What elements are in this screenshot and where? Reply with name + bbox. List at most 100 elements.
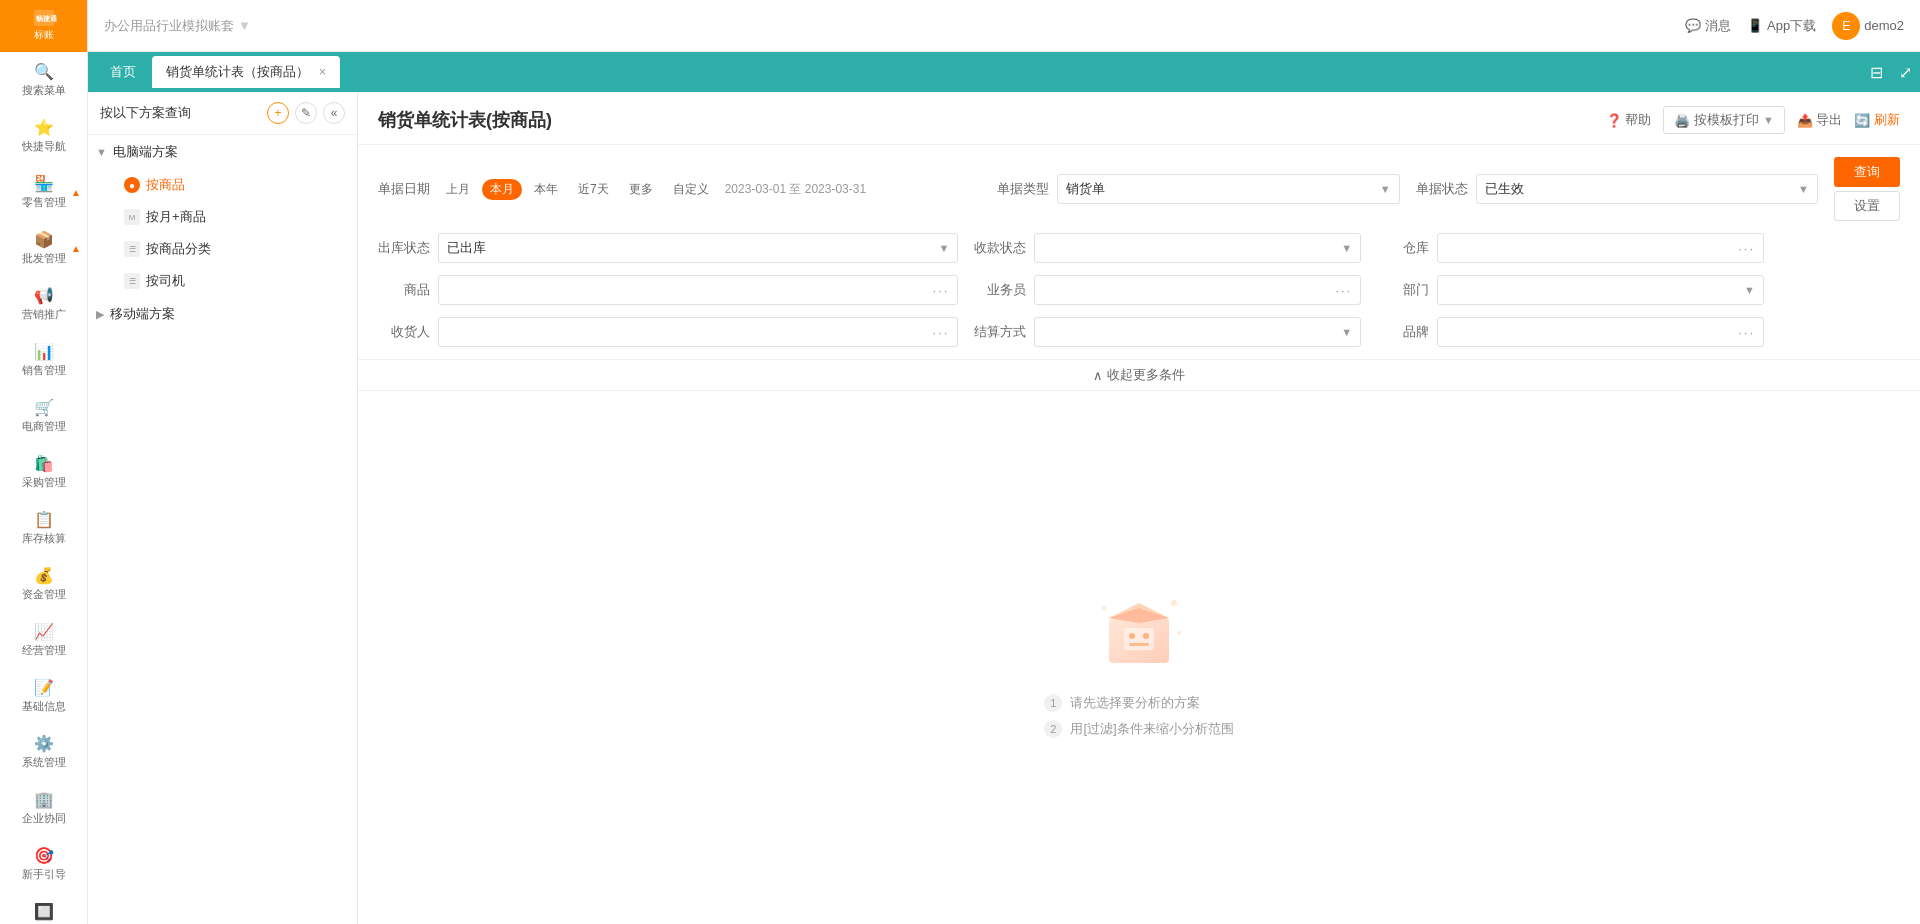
date-label: 单据日期 <box>378 180 438 198</box>
query-btn[interactable]: 查询 <box>1834 157 1900 187</box>
filter-goods: 商品 ··· <box>378 275 958 305</box>
empty-illustration <box>1089 578 1189 678</box>
collapse-label: 收起更多条件 <box>1107 366 1185 384</box>
wholesale-icon: 📦 <box>34 230 54 249</box>
sidebar-item-ecommerce[interactable]: 🛒 电商管理 <box>0 388 87 444</box>
export-btn[interactable]: 📤 导出 <box>1797 111 1842 129</box>
settlement-control[interactable]: ▼ <box>1034 317 1361 347</box>
scheme-item-by-month-goods[interactable]: M 按月+商品 <box>88 201 357 233</box>
sidebar-item-search[interactable]: 🔍 搜索菜单 <box>0 52 87 108</box>
tab-close-btn[interactable]: × <box>319 65 326 79</box>
brand-label: 品牌 <box>1377 323 1437 341</box>
date-btn-more[interactable]: 更多 <box>621 179 661 200</box>
goods-control[interactable]: ··· <box>438 275 958 305</box>
svg-rect-5 <box>1124 628 1154 650</box>
department-label: 部门 <box>1377 281 1437 299</box>
guide-icon: 🎯 <box>34 846 54 865</box>
filter-row-2: 出库状态 已出库 ▼ 收款状态 ▼ 仓库 <box>378 233 1900 263</box>
app-download-btn[interactable]: 📱 App下载 <box>1747 17 1816 35</box>
messages-btn[interactable]: 💬 消息 <box>1685 17 1731 35</box>
tab-expand-icon[interactable]: ⊟ <box>1870 63 1883 82</box>
by-goods-category-icon: ☰ <box>124 241 140 257</box>
retail-icon: 🏪 <box>34 174 54 193</box>
settings-btn[interactable]: 设置 <box>1834 191 1900 221</box>
sidebar-item-purchase-label: 采购管理 <box>22 475 66 490</box>
sidebar-item-retail[interactable]: 🏪 零售管理 ▲ <box>0 164 87 220</box>
scheme-item-by-cashier[interactable]: ☰ 按司机 <box>88 265 357 297</box>
sidebar-item-apps[interactable]: 🔲 应用中心 <box>0 892 87 924</box>
date-btn-7days[interactable]: 近7天 <box>570 179 617 200</box>
scheme-collapse-btn[interactable]: « <box>323 102 345 124</box>
main-area: 办公用品行业模拟账套 ▼ 💬 消息 📱 App下载 E demo2 首页 销货单… <box>88 0 1920 924</box>
page-title: 销货单统计表(按商品) <box>378 108 552 132</box>
date-btn-last-month[interactable]: 上月 <box>438 179 478 200</box>
tab-fullscreen-icon[interactable]: ⤢ <box>1899 63 1912 82</box>
refresh-btn[interactable]: 🔄 刷新 <box>1854 111 1900 129</box>
filter-warehouse: 仓库 ··· <box>1377 233 1764 263</box>
sidebar-item-search-label: 搜索菜单 <box>22 83 66 98</box>
doc-status-control[interactable]: 已生效 ▼ <box>1476 174 1818 204</box>
department-control[interactable]: ▼ <box>1437 275 1764 305</box>
out-status-value: 已出库 <box>447 239 486 257</box>
sidebar-item-purchase[interactable]: 🛍️ 采购管理 <box>0 444 87 500</box>
sidebar-item-inventory[interactable]: 📋 库存核算 <box>0 500 87 556</box>
date-btn-this-month[interactable]: 本月 <box>482 179 522 200</box>
help-label: 帮助 <box>1625 111 1651 129</box>
tab-home[interactable]: 首页 <box>96 56 150 88</box>
avatar: E <box>1832 12 1860 40</box>
breadcrumb-text: 办公用品行业模拟账套 <box>104 17 234 35</box>
sidebar-item-quick-nav[interactable]: ⭐ 快捷导航 <box>0 108 87 164</box>
filter-payment-status: 收款状态 ▼ <box>974 233 1361 263</box>
tab-sales-stats[interactable]: 销货单统计表（按商品） × <box>152 56 340 88</box>
filter-date: 单据日期 上月 本月 本年 近7天 更多 自定义 2023-03-01 至 20… <box>378 179 981 200</box>
sidebar-item-quick-nav-label: 快捷导航 <box>22 139 66 154</box>
out-status-control[interactable]: 已出库 ▼ <box>438 233 958 263</box>
filter-row-4: 收货人 ··· 结算方式 ▼ 品牌 <box>378 317 1900 347</box>
sidebar-item-guide[interactable]: 🎯 新手引导 <box>0 836 87 892</box>
print-dropdown-icon: ▼ <box>1763 114 1774 126</box>
scheme-add-btn[interactable]: + <box>267 102 289 124</box>
svg-point-7 <box>1143 633 1149 639</box>
sidebar-item-marketing[interactable]: 📢 营销推广 <box>0 276 87 332</box>
sidebar-item-operations[interactable]: 📈 经营管理 <box>0 612 87 668</box>
scheme-edit-btn[interactable]: ✎ <box>295 102 317 124</box>
payment-status-control[interactable]: ▼ <box>1034 233 1361 263</box>
logo-area: 畅捷通 标账 <box>0 0 87 52</box>
consignee-dots: ··· <box>932 325 949 340</box>
sidebar-item-basic[interactable]: 📝 基础信息 <box>0 668 87 724</box>
scheme-group-mobile-header[interactable]: ▶ 移动端方案 <box>88 297 357 331</box>
help-btn[interactable]: ❓ 帮助 <box>1606 111 1651 129</box>
collapse-btn[interactable]: ∧ 收起更多条件 <box>1093 366 1185 384</box>
date-btn-this-year[interactable]: 本年 <box>526 179 566 200</box>
sidebar-item-system-label: 系统管理 <box>22 755 66 770</box>
sidebar-item-finance[interactable]: 💰 资金管理 <box>0 556 87 612</box>
doc-status-value: 已生效 <box>1485 180 1524 198</box>
basic-icon: 📝 <box>34 678 54 697</box>
print-icon: 🖨️ <box>1674 113 1690 128</box>
scheme-group-pc-header[interactable]: ▼ 电脑端方案 <box>88 135 357 169</box>
sidebar-item-system[interactable]: ⚙️ 系统管理 <box>0 724 87 780</box>
date-btn-custom[interactable]: 自定义 <box>665 179 717 200</box>
consignee-control[interactable]: ··· <box>438 317 958 347</box>
collapse-bar[interactable]: ∧ 收起更多条件 <box>358 360 1920 391</box>
salesperson-control[interactable]: ··· <box>1034 275 1361 305</box>
scheme-item-by-goods-category[interactable]: ☰ 按商品分类 <box>88 233 357 265</box>
by-goods-category-label: 按商品分类 <box>146 240 211 258</box>
tip-2-num: 2 <box>1044 720 1062 738</box>
sidebar-item-enterprise[interactable]: 🏢 企业协同 <box>0 780 87 836</box>
sales-icon: 📊 <box>34 342 54 361</box>
sidebar-item-sales[interactable]: 📊 销售管理 <box>0 332 87 388</box>
warehouse-control[interactable]: ··· <box>1437 233 1764 263</box>
out-status-arrow: ▼ <box>938 242 949 254</box>
scheme-item-by-goods[interactable]: ● 按商品 <box>88 169 357 201</box>
brand-control[interactable]: ··· <box>1437 317 1764 347</box>
doc-type-control[interactable]: 销货单 ▼ <box>1057 174 1399 204</box>
sidebar-item-marketing-label: 营销推广 <box>22 307 66 322</box>
filter-consignee: 收货人 ··· <box>378 317 958 347</box>
template-print-btn[interactable]: 🖨️ 按模板打印 ▼ <box>1663 106 1785 134</box>
user-menu[interactable]: E demo2 <box>1832 12 1904 40</box>
filter-out-status: 出库状态 已出库 ▼ <box>378 233 958 263</box>
sidebar-item-wholesale[interactable]: 📦 批发管理 ▲ <box>0 220 87 276</box>
refresh-icon: 🔄 <box>1854 113 1870 128</box>
empty-tip-2: 2 用[过滤]条件来缩小分析范围 <box>1044 720 1233 738</box>
